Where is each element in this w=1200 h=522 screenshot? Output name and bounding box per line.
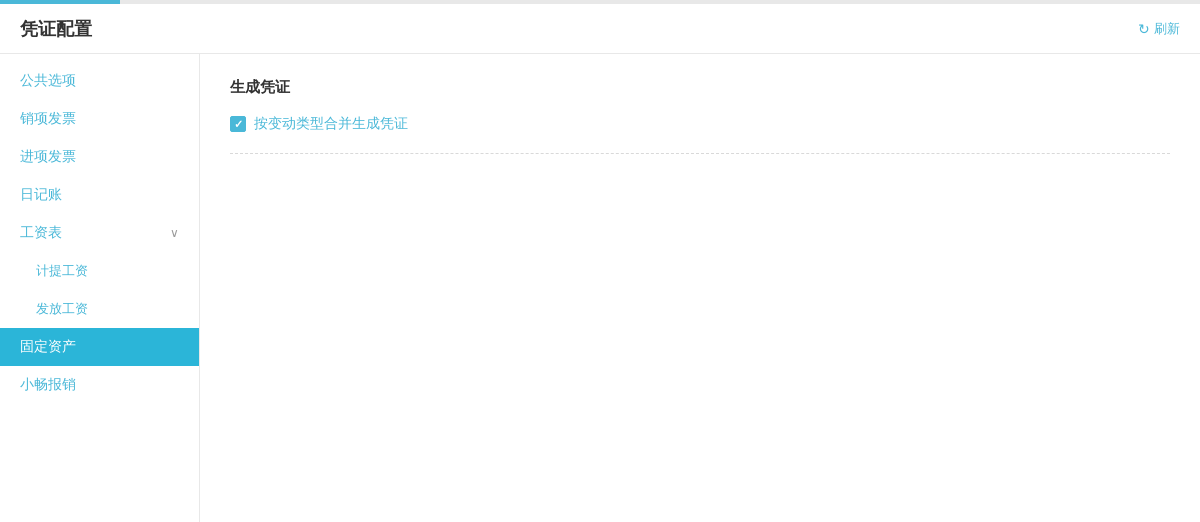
sidebar-item-label: 发放工资	[36, 300, 88, 318]
page-title: 凭证配置	[20, 17, 92, 41]
sidebar-item-payroll-accrual[interactable]: 计提工资	[0, 252, 199, 290]
sidebar-item-label: 计提工资	[36, 262, 88, 280]
sidebar-item-label: 工资表	[20, 224, 62, 242]
content-area: 公共选项销项发票进项发票日记账工资表 ∨ 计提工资发放工资固定资产小畅报销 生成凭证…	[0, 54, 1200, 522]
page-container: 凭证配置 ↻ 刷新 公共选项销项发票进项发票日记账工资表 ∨ 计提工资发放工资固定资…	[0, 0, 1200, 522]
refresh-icon: ↻	[1138, 21, 1150, 37]
section-divider	[230, 153, 1170, 154]
sidebar-item-label: 固定资产	[20, 338, 76, 356]
sidebar-item-payroll-table[interactable]: 工资表 ∨	[0, 214, 199, 252]
sidebar-item-public-options[interactable]: 公共选项	[0, 62, 199, 100]
merge-voucher-checkbox[interactable]	[230, 116, 246, 132]
sidebar-item-label: 日记账	[20, 186, 62, 204]
section-title: 生成凭证	[230, 78, 1170, 97]
refresh-button[interactable]: ↻ 刷新	[1138, 20, 1180, 38]
sidebar: 公共选项销项发票进项发票日记账工资表 ∨ 计提工资发放工资固定资产小畅报销	[0, 54, 200, 522]
sidebar-item-label: 进项发票	[20, 148, 76, 166]
sidebar-item-label: 销项发票	[20, 110, 76, 128]
refresh-label: 刷新	[1154, 20, 1180, 38]
header: 凭证配置 ↻ 刷新	[0, 4, 1200, 54]
sidebar-item-sales-invoice[interactable]: 销项发票	[0, 100, 199, 138]
sidebar-item-fixed-assets[interactable]: 固定资产	[0, 328, 199, 366]
merge-voucher-label: 按变动类型合并生成凭证	[254, 115, 408, 133]
sidebar-item-journal[interactable]: 日记账	[0, 176, 199, 214]
main-content: 生成凭证 按变动类型合并生成凭证	[200, 54, 1200, 522]
sidebar-item-expense-report[interactable]: 小畅报销	[0, 366, 199, 404]
sidebar-item-payroll-issue[interactable]: 发放工资	[0, 290, 199, 328]
merge-voucher-row: 按变动类型合并生成凭证	[230, 115, 1170, 133]
sidebar-item-label: 小畅报销	[20, 376, 76, 394]
sidebar-item-label: 公共选项	[20, 72, 76, 90]
chevron-down-icon: ∨	[170, 226, 179, 240]
sidebar-item-purchase-invoice[interactable]: 进项发票	[0, 138, 199, 176]
top-nav-bar	[0, 0, 1200, 4]
top-nav-bar-active	[0, 0, 120, 4]
